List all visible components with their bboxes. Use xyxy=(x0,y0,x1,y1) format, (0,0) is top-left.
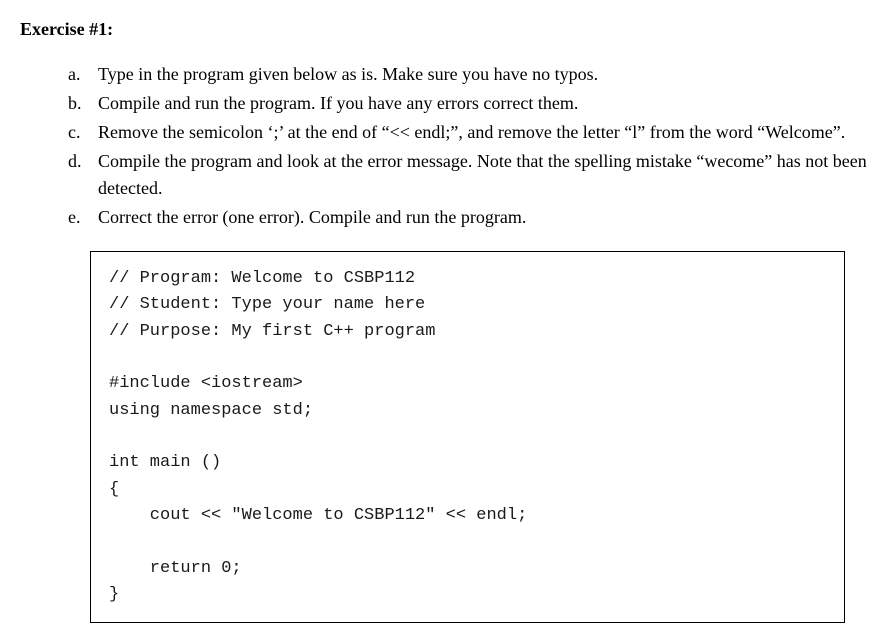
code-block: // Program: Welcome to CSBP112 // Studen… xyxy=(90,251,845,623)
list-item: c. Remove the semicolon ‘;’ at the end o… xyxy=(68,119,875,146)
exercise-heading: Exercise #1: xyxy=(20,16,875,43)
list-text: Compile the program and look at the erro… xyxy=(98,148,875,202)
list-item: e. Correct the error (one error). Compil… xyxy=(68,204,875,231)
list-item: d. Compile the program and look at the e… xyxy=(68,148,875,202)
list-text: Type in the program given below as is. M… xyxy=(98,61,875,88)
list-marker: a. xyxy=(68,61,98,88)
list-item: b. Compile and run the program. If you h… xyxy=(68,90,875,117)
list-marker: b. xyxy=(68,90,98,117)
list-marker: c. xyxy=(68,119,98,146)
exercise-steps-list: a. Type in the program given below as is… xyxy=(68,61,875,231)
list-item: a. Type in the program given below as is… xyxy=(68,61,875,88)
list-text: Remove the semicolon ‘;’ at the end of “… xyxy=(98,119,875,146)
list-text: Correct the error (one error). Compile a… xyxy=(98,204,875,231)
list-text: Compile and run the program. If you have… xyxy=(98,90,875,117)
list-marker: d. xyxy=(68,148,98,202)
list-marker: e. xyxy=(68,204,98,231)
code-block-wrapper: // Program: Welcome to CSBP112 // Studen… xyxy=(90,251,845,623)
